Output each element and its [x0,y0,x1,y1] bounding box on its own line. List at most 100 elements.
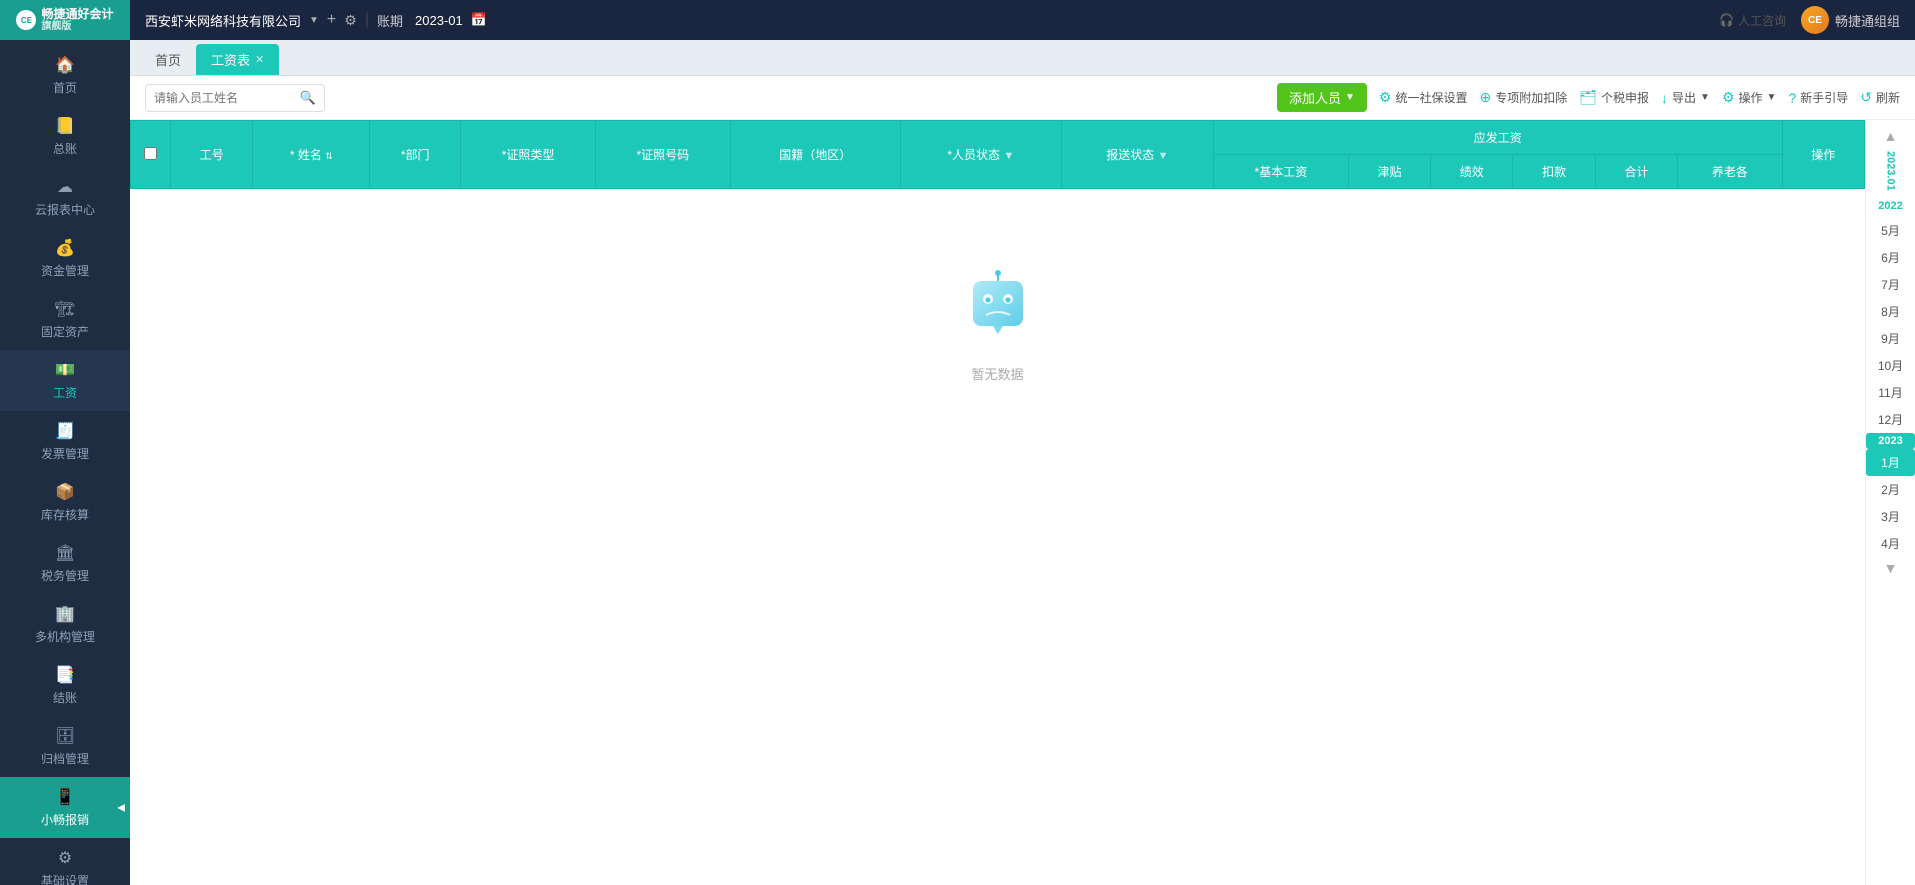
month-item-may-2022[interactable]: 5月 [1866,217,1915,244]
sidebar-item-home[interactable]: 🏠 首页 [0,45,130,106]
guide-action[interactable]: ? 新手引导 [1788,89,1848,106]
table-area-wrapper: 工号 * 姓名 ⇅ *部门 *证照类型 *证照号码 国籍（地区） *人员状态 ▼ [130,120,1915,885]
social-insurance-icon: ⚙ [1379,89,1392,106]
operations-action[interactable]: ⚙ 操作 ▼ [1722,89,1776,106]
cloud-icon: ☁ [55,177,75,197]
tax-report-action[interactable]: 🗂 个税申报 [1579,89,1649,106]
add-person-button[interactable]: 添加人员 ▼ [1277,83,1367,112]
search-input[interactable] [154,91,300,105]
inventory-icon: 📦 [55,482,75,502]
month-item-nov-2022[interactable]: 11月 [1866,379,1915,406]
plus-icon[interactable]: + [327,11,336,29]
th-base-wage: *基本工资 [1213,155,1348,189]
year-2022-label: 2022 [1866,195,1915,217]
operations-caret: ▼ [1767,92,1777,103]
tab-close-wages[interactable]: ✕ [255,53,264,66]
sidebar-item-ledger[interactable]: 📒 总账 [0,106,130,167]
sidebar-label-funds: 资金管理 [41,262,89,279]
user-avatar-area[interactable]: CE 畅捷通组组 [1801,6,1900,34]
month-item-sep-2022[interactable]: 9月 [1866,325,1915,352]
table-container[interactable]: 工号 * 姓名 ⇅ *部门 *证照类型 *证照号码 国籍（地区） *人员状态 ▼ [130,120,1865,885]
sidebar-item-invoice[interactable]: 🧾 发票管理 [0,411,130,472]
tab-wages[interactable]: 工资表 ✕ [196,44,279,75]
operations-label: 操作 [1739,89,1763,106]
sidebar-item-archive[interactable]: 🗄 归档管理 [0,716,130,777]
month-item-feb-2023[interactable]: 2月 [1866,476,1915,503]
checkbox-header[interactable] [131,121,171,189]
th-id-num: *证照号码 [595,121,730,189]
sidebar-item-assets[interactable]: 🏗 固定资产 [0,289,130,350]
month-item-aug-2022[interactable]: 8月 [1866,298,1915,325]
month-item-oct-2022[interactable]: 10月 [1866,352,1915,379]
sidebar-label-ledger: 总账 [53,140,77,157]
month-item-jul-2022[interactable]: 7月 [1866,271,1915,298]
app-subtitle: 旗舰版 [41,21,113,33]
th-name: * 姓名 ⇅ [253,121,370,189]
expand-icon: ◀ [117,802,125,813]
sidebar-label-wages: 工资 [53,384,77,401]
social-insurance-label: 统一社保设置 [1395,89,1467,106]
main-layout: 🏠 首页 📒 总账 ☁ 云报表中心 💰 资金管理 🏗 固定资产 💵 工资 🧾 发… [0,40,1915,885]
empty-text: 暂无数据 [971,364,1023,383]
guide-toolbar-icon: ? [1788,90,1796,106]
sidebar-item-tax[interactable]: 🏛 税务管理 [0,533,130,594]
select-all-checkbox[interactable] [144,147,157,160]
customer-service-btn[interactable]: 🎧 人工咨询 [1719,12,1786,29]
special-deduction-icon: ⊕ [1479,89,1491,106]
months-nav-up[interactable]: ▲ [1884,125,1898,147]
assets-icon: 🏗 [55,299,75,319]
top-bar: CE 畅捷通好会计 旗舰版 西安虾米网络科技有限公司 ▼ + ⚙ | 账期 20… [0,0,1915,40]
month-item-apr-2023[interactable]: 4月 [1866,530,1915,557]
sidebar-item-wages[interactable]: 💵 工资 [0,350,130,411]
month-item-dec-2022[interactable]: 12月 [1866,406,1915,433]
sidebar-label-invoice: 发票管理 [41,445,89,462]
multi-org-icon: 🏢 [55,604,75,624]
month-item-mar-2023[interactable]: 3月 [1866,503,1915,530]
logo-icon: CE [16,10,36,30]
sidebar-label-closing: 结账 [53,689,77,706]
tax-report-icon: 🗂 [1579,89,1597,106]
sidebar-label-tax: 税务管理 [41,567,89,584]
th-payable-wages-group: 应发工资 [1213,121,1782,155]
month-item-jan-2023[interactable]: 1月 [1866,449,1915,476]
refresh-action[interactable]: ↺ 刷新 [1860,89,1900,106]
top-bar-right: 🎧 人工咨询 CE 畅捷通组组 [1719,6,1915,34]
month-item-jun-2022[interactable]: 6月 [1866,244,1915,271]
sidebar-label-expense: 小畅报销 [41,811,89,828]
tab-home[interactable]: 首页 [140,44,196,75]
special-deduction-action[interactable]: ⊕ 专项附加扣除 [1479,89,1567,106]
toolbar-right: 添加人员 ▼ ⚙ 统一社保设置 ⊕ 专项附加扣除 🗂 个税申报 ↓ 导出 [1277,83,1900,112]
calendar-icon[interactable]: 📅 [471,12,487,28]
tab-wages-label: 工资表 [211,50,250,69]
social-insurance-action[interactable]: ⚙ 统一社保设置 [1379,89,1468,106]
sidebar-item-cloud-report[interactable]: ☁ 云报表中心 [0,167,130,228]
divider: | [365,11,369,29]
sidebar-label-home: 首页 [53,79,77,96]
tax-report-label: 个税申报 [1601,89,1649,106]
sidebar-item-basic-settings[interactable]: ⚙ 基础设置 [0,838,130,885]
period-col-label: 2023.01 [1885,147,1897,195]
search-icon: 🔍 [300,90,316,106]
th-pension: 养老各 [1678,155,1782,189]
filter-icon-person-status[interactable]: ▼ [1003,150,1014,162]
sidebar-item-inventory[interactable]: 📦 库存核算 [0,472,130,533]
search-input-wrap: 🔍 [145,84,325,112]
user-name: 畅捷通组组 [1835,11,1900,30]
headset-icon: 🎧 [1719,13,1734,27]
sidebar-item-expense[interactable]: 📱 小畅报销 ◀ [0,777,130,838]
company-dropdown-icon[interactable]: ▼ [309,15,319,26]
sidebar-item-closing[interactable]: 📑 结账 [0,655,130,716]
refresh-icon: ↺ [1860,89,1872,106]
export-action[interactable]: ↓ 导出 ▼ [1661,89,1710,106]
months-nav-down[interactable]: ▼ [1884,557,1898,579]
content-area: 首页 工资表 ✕ 🔍 添加人员 ▼ ⚙ 统一社保设置 [130,40,1915,885]
sidebar-item-multi-org[interactable]: 🏢 多机构管理 [0,594,130,655]
sidebar-item-funds[interactable]: 💰 资金管理 [0,228,130,289]
settings-icon[interactable]: ⚙ [344,12,357,29]
operations-icon: ⚙ [1722,89,1735,106]
th-nationality: 国籍（地区） [730,121,900,189]
sort-icon-name: ⇅ [325,151,333,161]
filter-icon-report-status[interactable]: ▼ [1158,150,1169,162]
closing-icon: 📑 [55,665,75,685]
wage-table: 工号 * 姓名 ⇅ *部门 *证照类型 *证照号码 国籍（地区） *人员状态 ▼ [130,120,1865,189]
